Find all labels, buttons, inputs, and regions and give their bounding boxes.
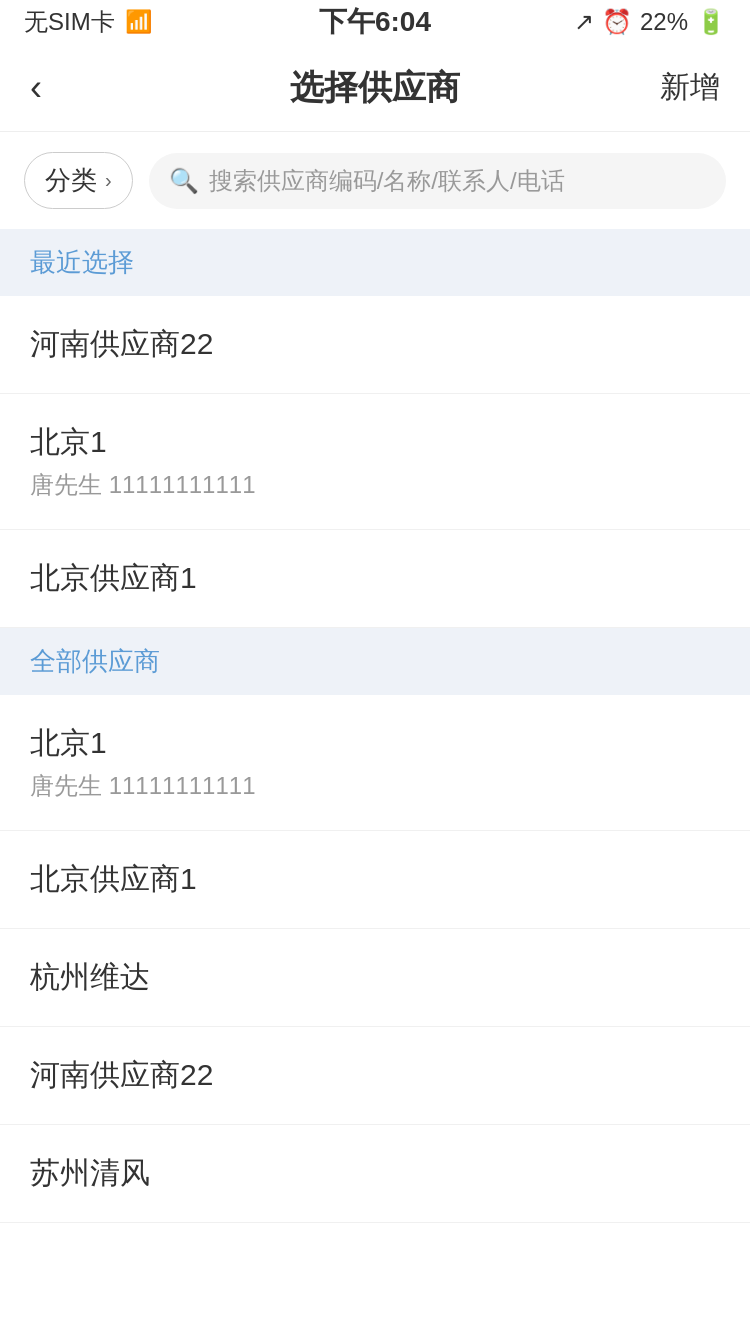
all-list: 北京1 唐先生 11111111111 北京供应商1 杭州维达河南供应商22 苏州清风 (0, 695, 750, 1223)
chevron-right-icon: › (105, 169, 112, 192)
add-button[interactable]: 新增 (660, 67, 720, 108)
all-section-label: 全部供应商 (30, 646, 160, 676)
search-placeholder: 搜索供应商编码/名称/联系人/电话 (209, 165, 565, 197)
category-button[interactable]: 分类 › (24, 152, 133, 209)
recent-list-item[interactable]: 河南供应商22 (0, 296, 750, 394)
all-list-item[interactable]: 北京1 唐先生 11111111111 (0, 695, 750, 831)
all-section-header: 全部供应商 (0, 628, 750, 695)
alarm-icon: ⏰ (602, 8, 632, 36)
status-left: 无SIM卡 📶 (24, 6, 152, 38)
wifi-icon: 📶 (125, 9, 152, 35)
status-right: ↗ ⏰ 22% 🔋 (574, 8, 726, 36)
item-name: 河南供应商22 (30, 324, 720, 365)
item-name: 北京供应商1 (30, 558, 720, 599)
item-name: 杭州维达 (30, 957, 720, 998)
item-name: 北京供应商1 (30, 859, 720, 900)
recent-list: 河南供应商22 北京1 唐先生 11111111111 北京供应商1 (0, 296, 750, 628)
status-bar: 无SIM卡 📶 下午6:04 ↗ ⏰ 22% 🔋 (0, 0, 750, 44)
nav-bar: ‹ 选择供应商 新增 (0, 44, 750, 132)
recent-list-item[interactable]: 北京供应商1 (0, 530, 750, 628)
all-list-item[interactable]: 河南供应商22 (0, 1027, 750, 1125)
back-button[interactable]: ‹ (30, 67, 90, 109)
recent-list-item[interactable]: 北京1 唐先生 11111111111 (0, 394, 750, 530)
recent-section-label: 最近选择 (30, 247, 134, 277)
item-name: 苏州清风 (30, 1153, 720, 1194)
search-box[interactable]: 🔍 搜索供应商编码/名称/联系人/电话 (149, 153, 726, 209)
all-list-item[interactable]: 北京供应商1 (0, 831, 750, 929)
all-list-item[interactable]: 苏州清风 (0, 1125, 750, 1223)
all-list-item[interactable]: 杭州维达 (0, 929, 750, 1027)
item-name: 北京1 (30, 422, 720, 463)
location-icon: ↗ (574, 8, 594, 36)
item-sub: 唐先生 11111111111 (30, 469, 720, 501)
battery-text: 22% (640, 8, 688, 36)
carrier-text: 无SIM卡 (24, 6, 115, 38)
recent-section-header: 最近选择 (0, 229, 750, 296)
search-icon: 🔍 (169, 167, 199, 195)
battery-icon: 🔋 (696, 8, 726, 36)
category-label: 分类 (45, 163, 97, 198)
item-name: 河南供应商22 (30, 1055, 720, 1096)
back-icon: ‹ (30, 67, 42, 109)
item-sub: 唐先生 11111111111 (30, 770, 720, 802)
filter-row: 分类 › 🔍 搜索供应商编码/名称/联系人/电话 (0, 132, 750, 229)
item-name: 北京1 (30, 723, 720, 764)
status-time: 下午6:04 (319, 3, 431, 41)
page-title: 选择供应商 (290, 65, 460, 111)
